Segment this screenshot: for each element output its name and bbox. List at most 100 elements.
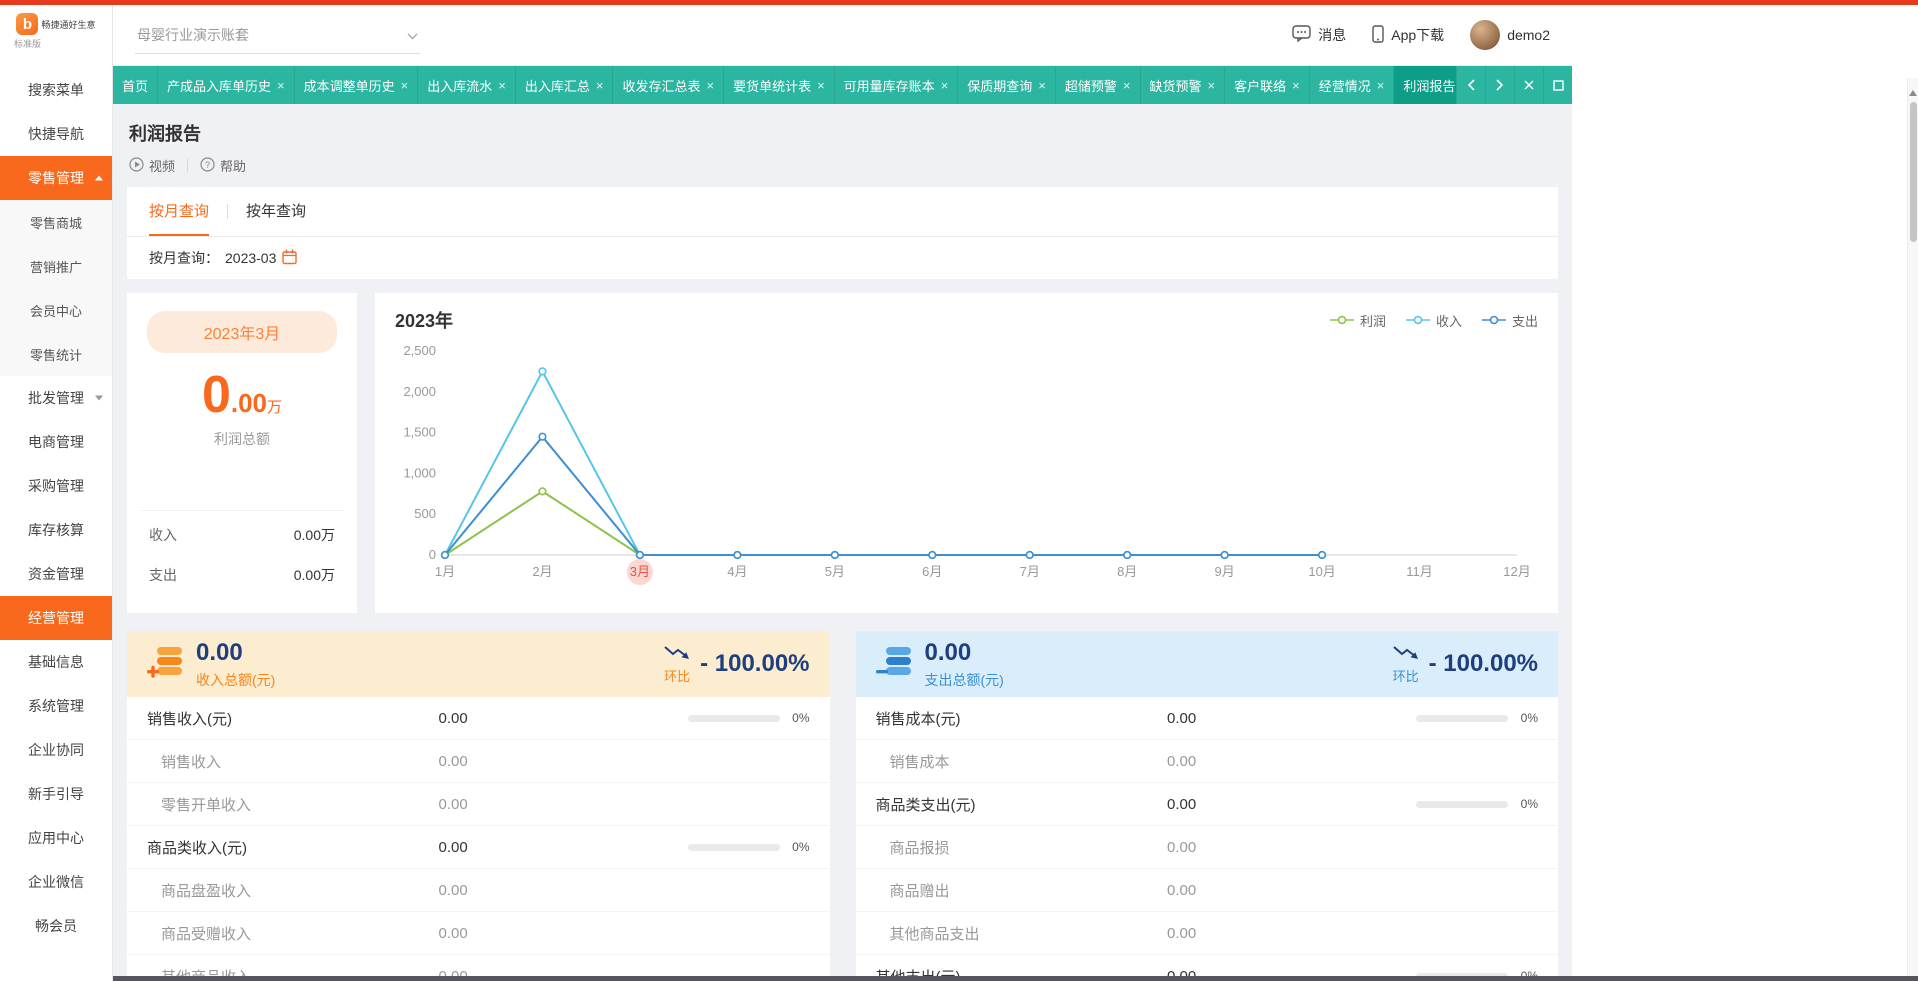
calendar-icon[interactable] <box>282 249 298 268</box>
tab-cost-adjust-history[interactable]: 成本调整单历史 × <box>295 66 419 104</box>
row-label: 销售收入 <box>161 753 222 771</box>
sidebar-item-retail-stats[interactable]: 零售统计 <box>0 332 112 376</box>
tab-close-icon[interactable]: × <box>817 79 825 92</box>
query-tab-yearly[interactable]: 按年查询 <box>246 187 306 236</box>
tab-business-status[interactable]: 经营情况 × <box>1310 66 1395 104</box>
legend-label: 利润 <box>1359 313 1386 329</box>
tab-profit-report[interactable]: 利润报告× <box>1394 66 1456 104</box>
tab-shortage-alert[interactable]: 缺货预警 × <box>1141 66 1226 104</box>
tab-close-icon[interactable]: × <box>941 79 949 92</box>
row-label: 商品类支出(元) <box>875 796 976 814</box>
sidebar-item-label: 新手引导 <box>28 786 84 802</box>
sidebar-item-quick-nav[interactable]: 快捷导航 <box>0 112 112 156</box>
vertical-scrollbar[interactable] <box>1907 78 1918 981</box>
cards-row: 2023年3月 0.00万 利润总额 收入 0.00万 支出 0.00万 2023年 … <box>127 293 1558 613</box>
query-tabs: 按月查询 按年查询 <box>127 187 1558 237</box>
tab-close-icon[interactable]: × <box>277 79 285 92</box>
expense-ratio-value: - 100.00% <box>1428 650 1538 677</box>
tab-close-icon[interactable]: × <box>1377 79 1385 92</box>
legend-item-profit[interactable]: 利润 <box>1329 311 1386 330</box>
row-label: 商品报损 <box>889 839 950 857</box>
sidebar-item-label: 营销推广 <box>29 259 82 275</box>
tab-close-icon[interactable]: × <box>498 79 506 92</box>
row-value: 0.00 <box>1167 709 1197 727</box>
tab-close-icon[interactable]: × <box>401 79 409 92</box>
sidebar-item-wholesale-management[interactable]: 批发管理 <box>0 376 112 420</box>
tab-home[interactable]: 首页 <box>113 66 159 104</box>
tab-close-icon[interactable]: × <box>1038 79 1046 92</box>
top-header: 母婴行业演示账套 消息 App下载 demo2 <box>113 5 1572 66</box>
tab-order-stats[interactable]: 要货单统计表 × <box>724 66 835 104</box>
tab-close-icon[interactable]: × <box>1292 79 1300 92</box>
sidebar-item-enterprise-wechat[interactable]: 企业微信 <box>0 860 112 904</box>
tab-controls <box>1456 66 1572 104</box>
tab-inout-flow[interactable]: 出入库流水 × <box>418 66 516 104</box>
page-content: 利润报告 视频 ? 帮助 按月查询 按年查询 按月查询： 2023-03 202… <box>113 104 1572 981</box>
sidebar-item-search-menu[interactable]: 搜索菜单 <box>0 68 112 112</box>
income-panel: 0.00 收入总额(元) 环比 - 100.00% 销售收入(元) 0.00 0… <box>127 631 830 981</box>
sidebar-item-system-management[interactable]: 系统管理 <box>0 684 112 728</box>
tab-close-icon[interactable]: × <box>706 79 714 92</box>
tab-close-icon[interactable]: × <box>596 79 604 92</box>
summary-row: 收入 0.00万 <box>141 515 343 555</box>
query-tab-monthly[interactable]: 按月查询 <box>149 187 210 236</box>
sidebar-item-ecommerce-management[interactable]: 电商管理 <box>0 420 112 464</box>
tab-label: 出入库汇总 <box>524 78 590 94</box>
fullscreen-button[interactable] <box>1543 66 1572 104</box>
sidebar-item-inventory-accounting[interactable]: 库存核算 <box>0 508 112 552</box>
tab-shelf-life-query[interactable]: 保质期查询 × <box>958 66 1056 104</box>
legend-item-expense[interactable]: 支出 <box>1481 311 1538 330</box>
sidebar-item-basic-info[interactable]: 基础信息 <box>0 640 112 684</box>
account-select[interactable]: 母婴行业演示账套 <box>135 17 420 54</box>
month-picker-value[interactable]: 2023-03 <box>225 250 276 266</box>
svg-text:11月: 11月 <box>1406 564 1433 579</box>
sidebar-item-funds-management[interactable]: 资金管理 <box>0 552 112 596</box>
legend-item-income[interactable]: 收入 <box>1405 311 1462 330</box>
messages-button[interactable]: 消息 <box>1292 25 1346 45</box>
sidebar-item-chang-member[interactable]: 畅会员 <box>0 904 112 948</box>
tab-overstock-alert[interactable]: 超储预警 × <box>1056 66 1141 104</box>
tab-available-stock-ledger[interactable]: 可用量库存账本 × <box>835 66 959 104</box>
sidebar-item-label: 零售统计 <box>29 347 82 363</box>
scroll-up-icon[interactable] <box>1909 86 1917 96</box>
video-link[interactable]: 视频 <box>129 156 175 175</box>
sidebar-item-app-center[interactable]: 应用中心 <box>0 816 112 860</box>
app-window: b 畅捷通好生意 标准版 搜索菜单 快捷导航 零售管理 零售商城 营销推广 会员中心 零售统… <box>0 5 1572 981</box>
user-menu[interactable]: demo2 <box>1470 20 1550 50</box>
sidebar-item-retail-management[interactable]: 零售管理 <box>0 156 112 200</box>
row-value: 0.00 <box>438 709 468 727</box>
summary-row-label: 收入 <box>149 527 177 543</box>
scrollbar-thumb[interactable] <box>1909 102 1917 242</box>
help-link[interactable]: ? 帮助 <box>200 156 246 175</box>
sidebar-item-purchase-management[interactable]: 采购管理 <box>0 464 112 508</box>
sidebar-item-member-center[interactable]: 会员中心 <box>0 288 112 332</box>
tab-prev-button[interactable] <box>1456 66 1485 104</box>
brand-edition: 标准版 <box>14 39 42 49</box>
app-download-button[interactable]: App下载 <box>1372 24 1444 46</box>
tab-inout-summary[interactable]: 出入库汇总 × <box>516 66 614 104</box>
svg-text:12月: 12月 <box>1503 564 1530 579</box>
tab-close-icon[interactable]: × <box>1208 79 1216 92</box>
sidebar-item-beginner-guide[interactable]: 新手引导 <box>0 772 112 816</box>
expense-ratio: 环比 - 100.00% <box>1393 644 1538 685</box>
username: demo2 <box>1507 27 1550 43</box>
income-row-goods-gift-in: 商品受赠收入 0.00 <box>127 912 830 955</box>
sidebar-item-enterprise-collab[interactable]: 企业协同 <box>0 728 112 772</box>
sidebar-item-marketing-promo[interactable]: 营销推广 <box>0 244 112 288</box>
tab-recv-send-summary[interactable]: 收发存汇总表 × <box>613 66 725 104</box>
row-label: 销售成本(元) <box>875 710 961 728</box>
sidebar-item-business-management[interactable]: 经营管理 <box>0 596 112 640</box>
help-label: 帮助 <box>220 159 247 174</box>
tab-label: 经营情况 <box>1318 78 1371 94</box>
close-tabs-button[interactable] <box>1514 66 1543 104</box>
tab-next-button[interactable] <box>1485 66 1514 104</box>
tab-customer-contact[interactable]: 客户联络 × <box>1225 66 1310 104</box>
row-label: 其他商品支出 <box>889 925 980 943</box>
tab-label: 要货单统计表 <box>733 78 812 94</box>
sidebar-item-retail-mall[interactable]: 零售商城 <box>0 200 112 244</box>
tab-product-inbound-history[interactable]: 产成品入库单历史 × <box>158 66 295 104</box>
income-ratio-value: - 100.00% <box>700 650 810 677</box>
tab-close-icon[interactable]: × <box>1123 79 1131 92</box>
row-label: 商品受赠收入 <box>161 925 252 943</box>
caret-up-icon <box>95 175 103 181</box>
